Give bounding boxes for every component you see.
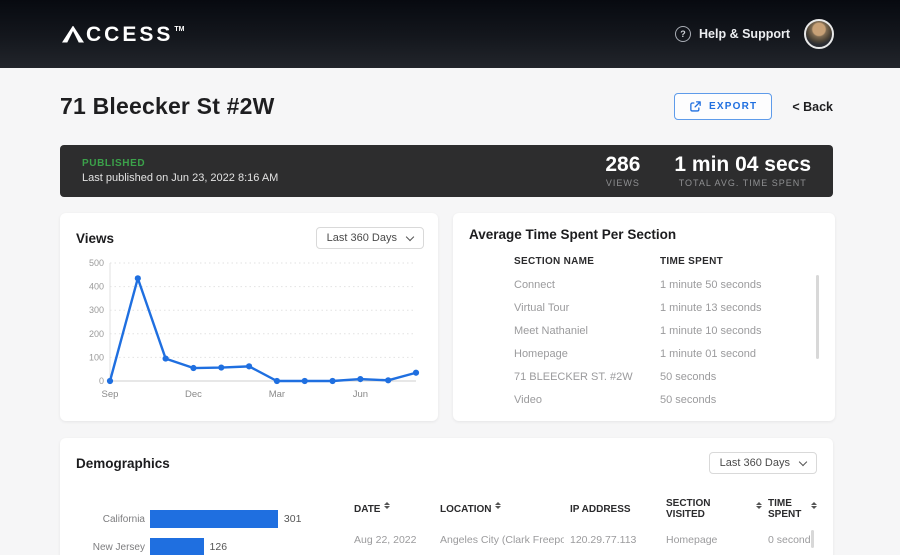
demographics-card: Demographics Last 360 Days California 301…	[60, 438, 833, 555]
logo-arrow-icon	[62, 25, 84, 43]
chevron-down-icon	[405, 232, 415, 241]
table-row: Meet Nathaniel 1 minute 10 seconds	[514, 319, 819, 342]
column-header[interactable]: LOCATION	[440, 498, 564, 528]
svg-text:100: 100	[89, 352, 104, 362]
bar-value-label: 301	[283, 513, 302, 525]
views-card: Views Last 360 Days 0 100 200 300 400 500 Sep D…	[60, 213, 438, 421]
bar-category-label: California	[102, 513, 145, 525]
bar	[150, 510, 278, 528]
avg-table-scrollbar[interactable]	[816, 275, 819, 359]
sort-icon	[811, 501, 817, 517]
bar	[150, 538, 204, 555]
demographics-range-value: Last 360 Days	[719, 457, 790, 469]
table-cell: Homepage	[666, 534, 718, 546]
column-header: IP ADDRESS	[570, 503, 631, 515]
views-count: 286	[605, 153, 641, 176]
svg-text:500: 500	[89, 258, 104, 268]
publish-status-bar: PUBLISHED Last published on Jun 23, 2022…	[60, 145, 833, 197]
views-range-value: Last 360 Days	[326, 232, 397, 244]
back-link[interactable]: < Back	[792, 100, 833, 114]
table-cell: 0 second	[768, 534, 811, 546]
table-row: Homepage 1 minute 01 second	[514, 342, 819, 365]
table-cell: 1 minute 10 seconds	[660, 324, 762, 337]
table-cell: Meet Nathaniel	[514, 324, 588, 337]
views-line-chart: 0 100 200 300 400 500 Sep Dec Mar Jun	[89, 258, 420, 400]
user-avatar[interactable]	[804, 19, 834, 49]
bar-category-label: New Jersey	[92, 541, 145, 553]
table-cell: 1 minute 50 seconds	[660, 278, 762, 291]
table-row: Connect 1 minute 50 seconds	[514, 273, 819, 296]
page-title: 71 Bleecker St #2W	[60, 93, 275, 119]
table-cell: Connect	[514, 278, 555, 291]
table-cell: 120.29.77.113	[570, 534, 637, 546]
svg-text:300: 300	[89, 305, 104, 315]
demographics-range-dropdown[interactable]: Last 360 Days	[708, 452, 817, 474]
svg-text:400: 400	[89, 282, 104, 292]
export-label: EXPORT	[709, 101, 758, 112]
help-support-link[interactable]: ? Help & Support	[675, 26, 790, 42]
last-published-text: Last published on Jun 23, 2022 8:16 AM	[82, 172, 279, 184]
table-cell: 50 seconds	[660, 370, 717, 383]
table-cell: Video	[514, 393, 542, 406]
views-range-dropdown[interactable]: Last 360 Days	[315, 227, 424, 249]
published-badge: PUBLISHED	[82, 158, 146, 169]
question-mark-icon: ?	[675, 26, 692, 42]
column-header[interactable]: TIME SPENT	[768, 498, 817, 528]
export-icon	[690, 101, 701, 112]
table-cell: 1 minute 01 second	[660, 347, 757, 360]
bar-row: New Jersey 126	[76, 538, 354, 555]
table-row: Aug 22, 2022 Angeles City (Clark Freeport…	[354, 528, 817, 552]
bar-value-label: 126	[209, 541, 228, 553]
column-header[interactable]: SECTION VISITED	[666, 498, 762, 528]
avg-time-label: TOTAL AVG. TIME SPENT	[678, 178, 807, 188]
svg-text:Sep: Sep	[102, 389, 119, 400]
table-cell: 1 minute 13 seconds	[660, 301, 762, 314]
sort-icon	[495, 501, 502, 517]
views-count-label: VIEWS	[605, 178, 640, 188]
export-button[interactable]: EXPORT	[674, 93, 773, 120]
table-row: 71 BLEECKER ST. #2W 50 seconds	[514, 365, 819, 388]
svg-text:200: 200	[89, 329, 104, 339]
avg-time-table: SECTION NAME TIME SPENT Connect 1 minute …	[514, 256, 819, 411]
svg-text:Dec: Dec	[185, 389, 202, 400]
table-cell: 71 BLEECKER ST. #2W	[514, 370, 633, 383]
svg-text:Mar: Mar	[269, 389, 285, 400]
views-card-title: Views	[76, 230, 115, 246]
logo-text: CCESS	[86, 22, 174, 46]
demographics-bar-chart: California 301 New Jersey 126	[76, 510, 354, 555]
logo-trademark: TM	[174, 25, 185, 33]
table-cell: Angeles City (Clark Freeport)	[440, 534, 564, 546]
demographics-table-scrollbar[interactable]	[811, 530, 814, 548]
sort-icon	[384, 501, 391, 517]
svg-text:Jun: Jun	[353, 389, 368, 400]
table-cell: 50 seconds	[660, 393, 717, 406]
demographics-table: DATE LOCATION IP ADDRESS SECTION VISITED TIM…	[354, 498, 817, 555]
chevron-down-icon	[798, 457, 808, 466]
table-row: Video 50 seconds	[514, 388, 819, 411]
avg-time-card-title: Average Time Spent Per Section	[469, 227, 677, 242]
table-row: Virtual Tour 1 minute 13 seconds	[514, 296, 819, 319]
avg-col-section-name: SECTION NAME	[514, 256, 595, 267]
sort-icon	[756, 501, 762, 517]
bar-row: California 301	[76, 510, 354, 528]
help-support-label: Help & Support	[699, 27, 790, 41]
app-header: CCESS TM ? Help & Support	[0, 0, 900, 68]
column-header[interactable]: DATE	[354, 498, 434, 528]
avg-col-time-spent: TIME SPENT	[660, 256, 724, 267]
table-cell: Virtual Tour	[514, 301, 570, 314]
access-logo[interactable]: CCESS TM	[62, 22, 185, 46]
table-cell: Homepage	[514, 347, 568, 360]
demographics-title: Demographics	[76, 455, 170, 471]
avg-time-card: Average Time Spent Per Section SECTION N…	[453, 213, 835, 421]
avg-time-value: 1 min 04 secs	[674, 153, 811, 176]
table-cell: Aug 22, 2022	[354, 534, 417, 546]
svg-text:0: 0	[99, 376, 104, 386]
